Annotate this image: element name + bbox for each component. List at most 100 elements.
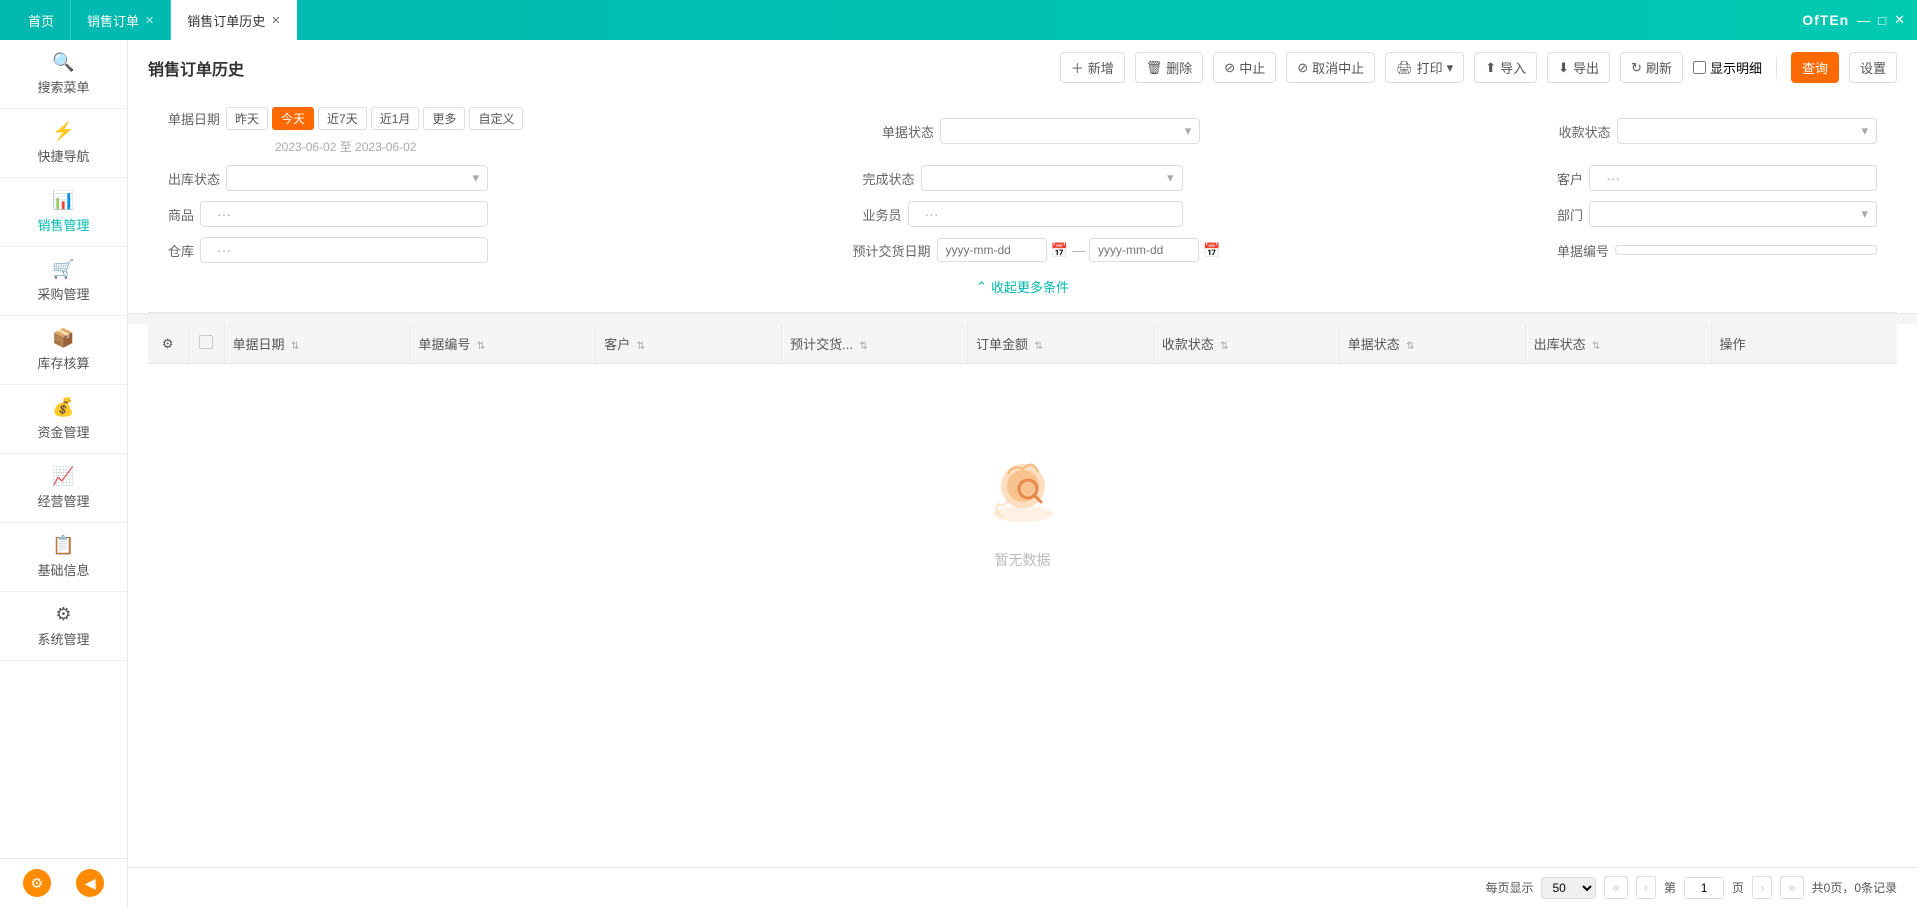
sidebar-item-quick-nav[interactable]: ⚡ 快捷导航 (0, 109, 127, 178)
order-status-select[interactable]: ▾ (940, 118, 1200, 144)
delete-icon: 🗑 (1146, 60, 1163, 76)
sort-number-icon[interactable]: ⇅ (477, 341, 485, 352)
empty-state: 暂无数据 (148, 364, 1897, 650)
department-select[interactable]: ▾ (1589, 201, 1877, 227)
expected-date-label: 预计交货日期 (853, 241, 931, 260)
settings-button[interactable]: 设置 (1849, 52, 1897, 83)
sidebar-item-inventory[interactable]: 📦 库存核算 (0, 316, 127, 385)
date-today-btn[interactable]: 今天 (272, 107, 314, 130)
date-more-btn[interactable]: 更多 (423, 107, 465, 130)
expected-date-to-input[interactable] (1089, 238, 1199, 262)
page-number-input[interactable] (1684, 877, 1724, 899)
print-button[interactable]: 🖨 打印 ▾ (1385, 52, 1464, 83)
page-prefix-label: 第 (1664, 879, 1676, 896)
sort-amount-icon[interactable]: ⇅ (1034, 341, 1042, 352)
sidebar-item-basic-info[interactable]: 📋 基础信息 (0, 523, 127, 592)
import-button[interactable]: ⬆ 导入 (1474, 52, 1537, 83)
th-expected-date[interactable]: 预计交货... ⇅ (782, 324, 968, 364)
tab-sales-order[interactable]: 销售订单 ✕ (71, 0, 171, 40)
sidebar-item-finance[interactable]: 💰 资金管理 (0, 385, 127, 454)
sort-date-icon[interactable]: ⇅ (291, 341, 299, 352)
th-number[interactable]: 单据编号 ⇅ (410, 324, 596, 364)
query-button[interactable]: 查询 (1791, 52, 1839, 83)
customer-select[interactable]: ··· (1589, 165, 1877, 191)
filter-salesperson: 业务员 ··· (863, 201, 1183, 227)
date-1month-btn[interactable]: 近1月 (371, 107, 420, 130)
tab-sales-order-label: 销售订单 (87, 11, 139, 30)
th-settings[interactable]: ⚙ (148, 324, 188, 364)
delivery-status-select[interactable]: ▾ (226, 165, 488, 191)
th-checkbox[interactable] (188, 324, 224, 364)
sidebar-item-purchase[interactable]: 🛒 采购管理 (0, 247, 127, 316)
settings-gear-icon[interactable]: ⚙ (162, 336, 174, 351)
warehouse-select[interactable]: ··· (200, 237, 488, 263)
tab-sales-order-close[interactable]: ✕ (145, 14, 154, 27)
query-label: 查询 (1802, 58, 1828, 77)
sidebar-collapse-button[interactable]: ◀ (76, 869, 104, 897)
warehouse-dots-icon[interactable]: ··· (213, 242, 235, 258)
stop-button[interactable]: ⊘ 中止 (1213, 52, 1276, 83)
tab-sales-order-history[interactable]: 销售订单历史 ✕ (171, 0, 297, 40)
tab-sales-order-history-label: 销售订单历史 (187, 11, 265, 30)
th-customer[interactable]: 客户 ⇅ (596, 324, 782, 364)
customer-dots-icon[interactable]: ··· (1602, 170, 1624, 186)
product-dots-icon[interactable]: ··· (213, 206, 235, 222)
date-custom-btn[interactable]: 自定义 (469, 107, 523, 130)
sort-order-status-icon[interactable]: ⇅ (1406, 341, 1414, 352)
tab-home[interactable]: 首页 (12, 0, 71, 40)
th-date[interactable]: 单据日期 ⇅ (224, 324, 410, 364)
next-page-button[interactable]: › (1752, 876, 1772, 899)
sort-payment-status-icon[interactable]: ⇅ (1220, 341, 1228, 352)
data-table: ⚙ 单据日期 ⇅ 单据编号 ⇅ (148, 324, 1897, 364)
th-order-status[interactable]: 单据状态 ⇅ (1339, 324, 1525, 364)
cancel-stop-button[interactable]: ⊘ 取消中止 (1286, 52, 1375, 83)
salesperson-select[interactable]: ··· (908, 201, 1183, 227)
sort-delivery-status-icon[interactable]: ⇅ (1592, 341, 1600, 352)
order-number-input[interactable] (1615, 245, 1877, 255)
expected-date-from-input[interactable] (937, 238, 1047, 262)
window-minimize[interactable]: — (1857, 13, 1870, 28)
purchase-icon: 🛒 (52, 259, 74, 280)
sidebar-settings-button[interactable]: ⚙ (23, 869, 51, 897)
per-page-label: 每页显示 (1485, 879, 1533, 896)
prev-page-button[interactable]: ‹ (1636, 876, 1656, 899)
tab-sales-order-history-close[interactable]: ✕ (271, 14, 280, 27)
department-chevron-icon: ▾ (1861, 206, 1868, 222)
th-delivery-status[interactable]: 出库状态 ⇅ (1525, 324, 1711, 364)
sort-expected-date-icon[interactable]: ⇅ (859, 341, 867, 352)
department-label: 部门 (1557, 205, 1583, 224)
refresh-button[interactable]: ↻ 刷新 (1620, 52, 1683, 83)
brand-label: OfTEn (1802, 12, 1849, 28)
sidebar-item-system[interactable]: ⚙ 系统管理 (0, 592, 127, 661)
per-page-select[interactable]: 50 10 20 100 (1541, 877, 1596, 899)
calendar-to-icon[interactable]: 📅 (1203, 242, 1220, 259)
print-label: 打印 (1417, 58, 1443, 77)
first-page-button[interactable]: « (1604, 876, 1627, 899)
date-yesterday-btn[interactable]: 昨天 (226, 107, 268, 130)
sidebar-item-operations[interactable]: 📈 经营管理 (0, 454, 127, 523)
collapse-button[interactable]: ⌃ 收起更多条件 (168, 273, 1877, 300)
th-amount[interactable]: 订单金额 ⇅ (968, 324, 1154, 364)
complete-status-select[interactable]: ▾ (921, 165, 1183, 191)
product-select[interactable]: ··· (200, 201, 488, 227)
show-detail-checkbox[interactable] (1693, 61, 1706, 74)
sidebar-item-search-menu[interactable]: 🔍 搜索菜单 (0, 40, 127, 109)
date-7days-btn[interactable]: 近7天 (318, 107, 367, 130)
sort-customer-icon[interactable]: ⇅ (637, 341, 645, 352)
header-checkbox[interactable] (199, 335, 213, 349)
window-restore[interactable]: □ (1878, 13, 1886, 28)
payment-status-select[interactable]: ▾ (1617, 118, 1877, 144)
last-page-button[interactable]: » (1780, 876, 1803, 899)
window-close[interactable]: ✕ (1894, 12, 1905, 28)
calendar-from-icon[interactable]: 📅 (1051, 242, 1068, 259)
sidebar-item-sales[interactable]: 📊 销售管理 (0, 178, 127, 247)
salesperson-dots-icon[interactable]: ··· (921, 206, 943, 222)
th-operations: 操作 (1711, 324, 1897, 364)
export-icon: ⬇ (1558, 60, 1569, 76)
new-button[interactable]: ＋ 新增 (1060, 52, 1125, 83)
filter-row-4: 仓库 ··· 预计交货日期 📅 — (168, 237, 1877, 263)
th-payment-status[interactable]: 收款状态 ⇅ (1153, 324, 1339, 364)
print-icon: 🖨 (1396, 60, 1413, 76)
delete-button[interactable]: 🗑 删除 (1135, 52, 1204, 83)
export-button[interactable]: ⬇ 导出 (1547, 52, 1610, 83)
